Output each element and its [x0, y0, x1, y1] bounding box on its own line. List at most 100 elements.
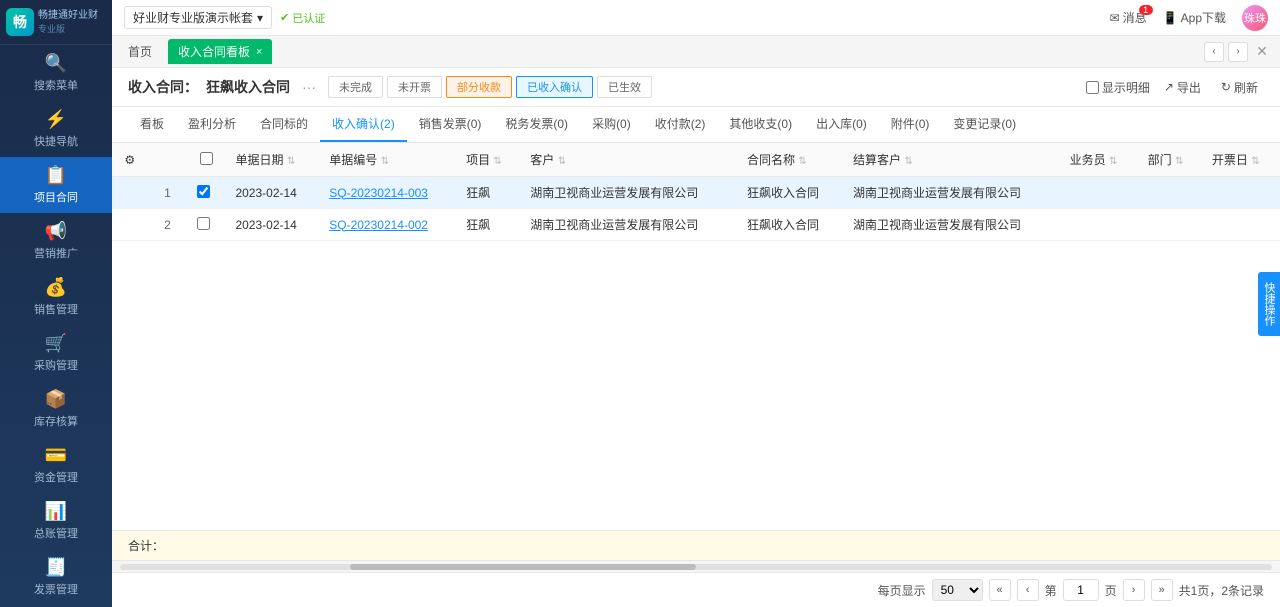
sidebar-icon-6: 📦 [45, 389, 67, 410]
status-btn-1[interactable]: 未开票 [387, 76, 442, 98]
prev-tab-btn[interactable]: ‹ [1204, 42, 1224, 62]
contract-title: 狂飙收入合同 [206, 77, 290, 97]
sidebar-item-8[interactable]: 📊总账管理 [0, 493, 112, 549]
sidebar-item-3[interactable]: 📢 营销推广 [0, 213, 112, 269]
select-all-checkbox[interactable] [200, 152, 213, 165]
table-row-0[interactable]: 1 2023-02-14 SQ-20230214-003 狂飙 湖南卫视商业运营… [112, 177, 1280, 209]
refresh-btn[interactable]: ↻ 刷新 [1215, 77, 1264, 98]
subtab-10[interactable]: 附件(0) [879, 107, 942, 142]
row-checkbox-0[interactable] [197, 185, 210, 198]
user-action[interactable]: 珠珠 [1242, 5, 1268, 31]
sidebar-item-1[interactable]: ⚡快捷导航 [0, 101, 112, 157]
sidebar-item-5[interactable]: 🛒采购管理 [0, 325, 112, 381]
col-salesperson-label: 业务员 [1070, 153, 1106, 167]
sidebar-item-6[interactable]: 📦 库存核算 [0, 381, 112, 437]
subtab-4[interactable]: 销售发票(0) [407, 107, 494, 142]
sidebar-icon-8: 📊 [45, 501, 67, 522]
first-page-btn[interactable]: « [989, 579, 1011, 601]
cell-check-0[interactable] [187, 177, 225, 209]
pagination: 每页显示 20 50 100 « ‹ 第 页 › » 共1页，2条记录 [112, 572, 1280, 607]
sidebar-icon-2: 📋 [45, 165, 67, 186]
code-link-0[interactable]: SQ-20230214-003 [329, 186, 428, 200]
logo-icon: 畅 [6, 8, 34, 36]
col-settlement[interactable]: 结算客户 ⇅ [843, 143, 1060, 177]
subtab-6[interactable]: 采购(0) [580, 107, 643, 142]
message-action[interactable]: ✉ 消息 1 [1110, 9, 1147, 26]
sidebar-item-4[interactable]: 💰销售管理 [0, 269, 112, 325]
cell-check-1[interactable] [187, 209, 225, 241]
cell-code-0[interactable]: SQ-20230214-003 [319, 177, 456, 209]
sort-settlement-icon: ⇅ [904, 156, 912, 167]
sidebar-label-4: 销售管理 [34, 301, 78, 317]
col-contract[interactable]: 合同名称 ⇅ [737, 143, 843, 177]
col-settlement-label: 结算客户 [853, 153, 901, 167]
sidebar-item-9[interactable]: 🧾发票管理 [0, 549, 112, 605]
next-page-btn[interactable]: › [1123, 579, 1145, 601]
status-btn-4[interactable]: 已生效 [597, 76, 652, 98]
phone-icon: 📱 [1163, 11, 1178, 25]
sidebar-label-6: 库存核算 [34, 413, 78, 429]
page-size-select[interactable]: 20 50 100 [932, 579, 983, 601]
company-select[interactable]: 好业财专业版演示帐套 ▾ [124, 6, 272, 29]
export-btn[interactable]: ↗ 导出 [1158, 77, 1207, 98]
subtab-0[interactable]: 看板 [128, 107, 176, 142]
sidebar-label-0: 搜索菜单 [34, 77, 78, 93]
nav-arrows: ‹ › ✕ [1204, 42, 1272, 62]
status-buttons: 未完成未开票部分收款已收入确认已生效 [328, 76, 652, 98]
cell-num-1: 2 [147, 209, 187, 241]
scroll-indicator[interactable] [112, 560, 1280, 572]
contract-header: 收入合同： 狂飙收入合同 ··· 未完成未开票部分收款已收入确认已生效 显示明细… [112, 68, 1280, 107]
col-check[interactable] [187, 143, 225, 177]
table-row-1[interactable]: 2 2023-02-14 SQ-20230214-002 狂飙 湖南卫视商业运营… [112, 209, 1280, 241]
col-department-label: 部门 [1148, 153, 1172, 167]
col-open-date[interactable]: 开票日 ⇅ [1202, 143, 1280, 177]
tab-close-btn[interactable]: × [256, 46, 262, 58]
col-date[interactable]: 单据日期 ⇅ [225, 143, 319, 177]
subtab-11[interactable]: 变更记录(0) [941, 107, 1028, 142]
cell-code-1[interactable]: SQ-20230214-002 [319, 209, 456, 241]
col-settings[interactable]: ⚙ [112, 143, 147, 177]
scroll-thumb[interactable] [350, 564, 696, 570]
cell-department-1 [1138, 209, 1202, 241]
show-detail-checkbox[interactable] [1086, 81, 1099, 94]
sidebar-item-2[interactable]: 📋项目合同 [0, 157, 112, 213]
sidebar-label-3: 营销推广 [34, 245, 78, 261]
status-btn-2[interactable]: 部分收款 [446, 76, 512, 98]
col-code[interactable]: 单据编号 ⇅ [319, 143, 456, 177]
sidebar-icon-3: 📢 [45, 221, 67, 242]
show-detail-toggle[interactable]: 显示明细 [1086, 79, 1150, 96]
col-project[interactable]: 项目 ⇅ [456, 143, 520, 177]
scroll-track[interactable] [120, 564, 1272, 570]
cell-customer-0: 湖南卫视商业运营发展有限公司 [520, 177, 737, 209]
status-btn-0[interactable]: 未完成 [328, 76, 383, 98]
page-input[interactable] [1063, 579, 1099, 601]
row-checkbox-1[interactable] [197, 217, 210, 230]
subtab-9[interactable]: 出入库(0) [804, 107, 879, 142]
code-link-1[interactable]: SQ-20230214-002 [329, 218, 428, 232]
sort-open-date-icon: ⇅ [1251, 156, 1259, 167]
subtab-8[interactable]: 其他收支(0) [717, 107, 804, 142]
tabbar: 首页 收入合同看板 × ‹ › ✕ [112, 36, 1280, 68]
sidebar-item-0[interactable]: 🔍搜索菜单 [0, 45, 112, 101]
close-window-btn[interactable]: ✕ [1252, 42, 1272, 62]
subtab-2[interactable]: 合同标的 [248, 107, 320, 142]
last-page-btn[interactable]: » [1151, 579, 1173, 601]
col-salesperson[interactable]: 业务员 ⇅ [1060, 143, 1138, 177]
col-department[interactable]: 部门 ⇅ [1138, 143, 1202, 177]
active-tab[interactable]: 收入合同看板 × [168, 39, 272, 64]
verified-label: 已认证 [292, 10, 325, 26]
subtab-5[interactable]: 税务发票(0) [493, 107, 580, 142]
more-btn[interactable]: ··· [298, 79, 320, 95]
subtab-3[interactable]: 收入确认(2) [320, 107, 407, 142]
next-tab-btn[interactable]: › [1228, 42, 1248, 62]
right-edge-btn[interactable]: 快捷操作 [1258, 272, 1280, 336]
home-tab[interactable]: 首页 [120, 43, 160, 60]
subtab-1[interactable]: 盈利分析 [176, 107, 248, 142]
subtab-7[interactable]: 收付款(2) [643, 107, 718, 142]
status-btn-3[interactable]: 已收入确认 [516, 76, 593, 98]
sidebar-item-7[interactable]: 💳资金管理 [0, 437, 112, 493]
prev-page-btn[interactable]: ‹ [1017, 579, 1039, 601]
col-customer[interactable]: 客户 ⇅ [520, 143, 737, 177]
sort-project-icon: ⇅ [493, 156, 501, 167]
app-download-action[interactable]: 📱 App下载 [1163, 9, 1226, 26]
